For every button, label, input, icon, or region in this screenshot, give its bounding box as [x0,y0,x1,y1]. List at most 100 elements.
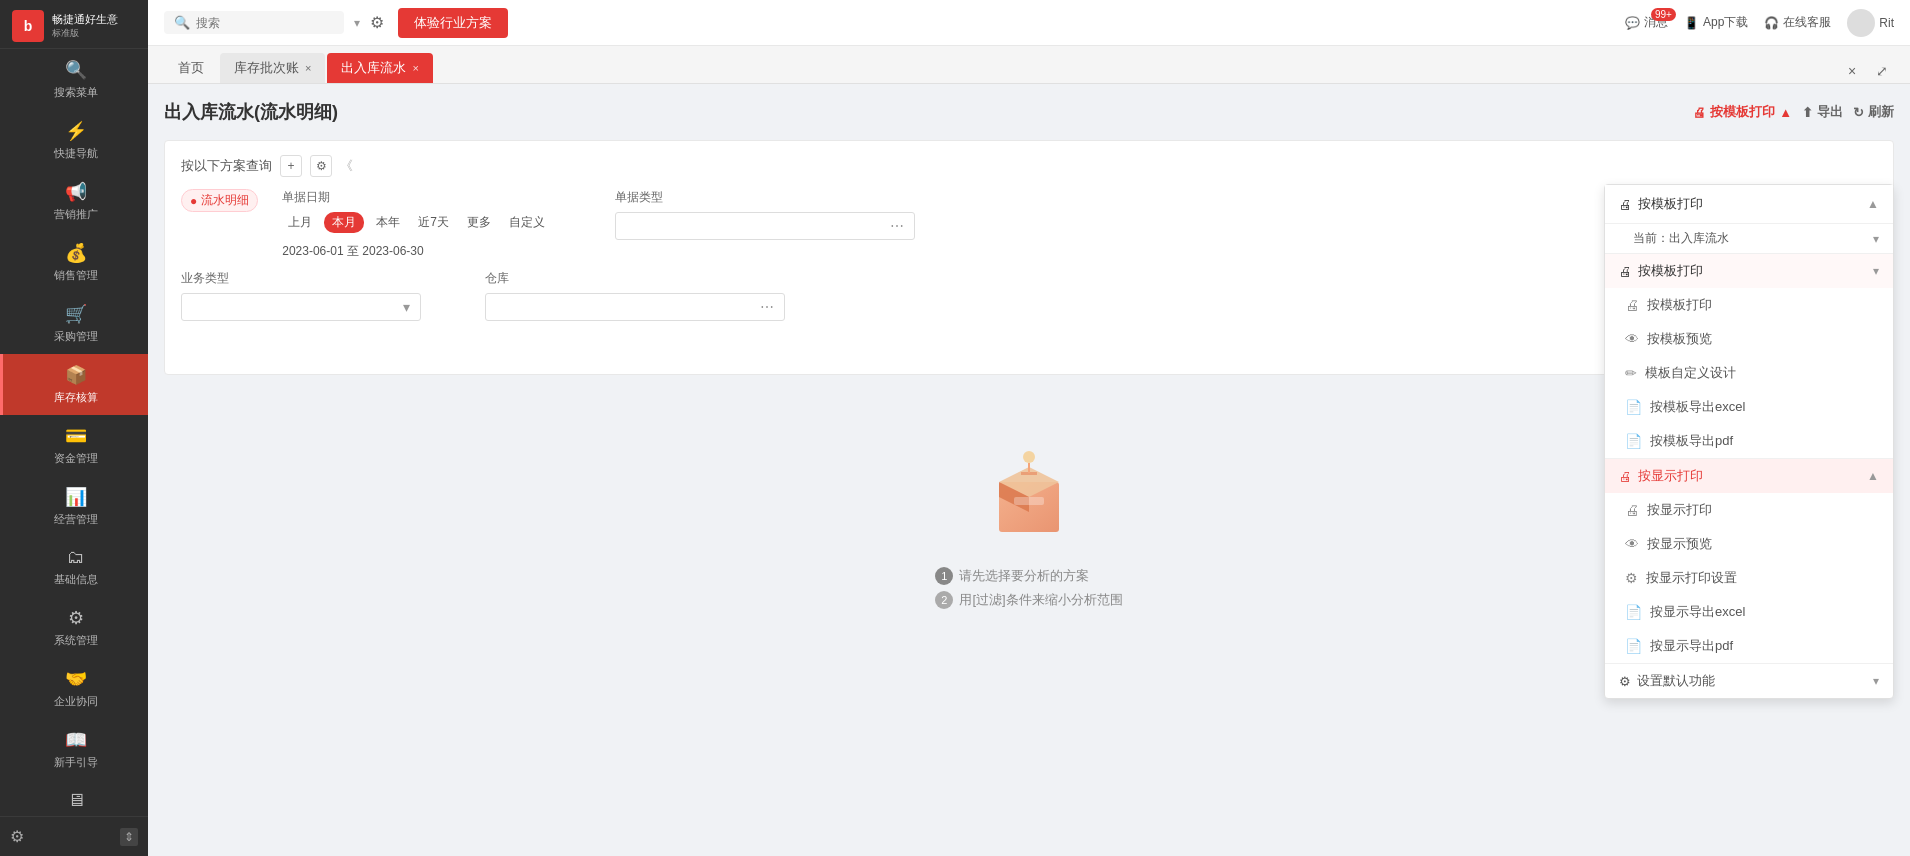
display-print-items: 🖨 按显示打印 👁 按显示预览 ⚙ 按显示打印设置 📄 按显示导出excel [1605,493,1893,663]
template-section-chevron: ▾ [1873,264,1879,278]
gear-icon: ⚙ [68,607,84,629]
template-design-label: 模板自定义设计 [1645,364,1736,382]
excel-icon: 📄 [1625,399,1642,415]
tag-label: 流水明细 [201,192,249,209]
user-avatar [1847,9,1875,37]
template-print-btn[interactable]: 🖨 按模板打印 [1605,288,1893,322]
tab-flow-close-icon[interactable]: × [412,62,418,74]
display-print-section-header[interactable]: 🖨 按显示打印 ▲ [1605,459,1893,493]
sidebar-item-inventory[interactable]: 📦 库存核算 [0,354,148,415]
tab-home[interactable]: 首页 [164,53,218,83]
sidebar-scroll-btn[interactable]: ⇕ [120,828,138,846]
display-print-text: 按显示打印 [1638,467,1703,485]
sidebar-label-operations: 经营管理 [54,512,98,527]
page-actions: 🖨 按模板打印 ▲ ⬆ 导出 ↻ 刷新 [1693,103,1894,121]
filter-collapse-icon[interactable]: 《 [340,157,353,175]
sidebar-item-cooperation[interactable]: 🤝 企业协同 [0,658,148,719]
empty-step-2: 2 用[过滤]条件来缩小分析范围 [935,591,1122,609]
logo-icon: b [12,10,44,42]
this-month-btn[interactable]: 本月 [324,212,364,233]
template-design-btn[interactable]: ✏ 模板自定义设计 [1605,356,1893,390]
template-export-pdf-label: 按模板导出pdf [1650,432,1733,450]
tab-batch[interactable]: 库存批次账 × [220,53,325,83]
app-download-label: App下载 [1703,14,1748,31]
print-icon: 🖨 [1625,297,1639,313]
sidebar-item-search[interactable]: 🔍 搜索菜单 [0,49,148,110]
chart-icon: 📊 [65,486,87,508]
last-7days-btn[interactable]: 近7天 [412,212,455,233]
svg-point-5 [1023,451,1035,463]
template-preview-btn[interactable]: 👁 按模板预览 [1605,322,1893,356]
sidebar-item-basic[interactable]: 🗂 基础信息 [0,537,148,597]
display-print-btn[interactable]: 🖨 按显示打印 [1605,493,1893,527]
print-template-button[interactable]: 🖨 按模板打印 ▲ [1693,103,1792,121]
handshake-icon: 🤝 [65,668,87,690]
maximize-window-button[interactable]: ⤢ [1870,59,1894,83]
pdf-icon: 📄 [1625,433,1642,449]
sidebar-item-marketing[interactable]: 📢 营销推广 [0,171,148,232]
sidebar-item-operations[interactable]: 📊 经营管理 [0,476,148,537]
tab-flow[interactable]: 出入库流水 × [327,53,432,83]
doc-type-select[interactable]: ⋯ [615,212,915,240]
search-dropdown-icon[interactable]: ▾ [354,16,360,30]
close-window-button[interactable]: × [1840,59,1864,83]
display-export-pdf-btn[interactable]: 📄 按显示导出pdf [1605,629,1893,663]
app-download-button[interactable]: 📱 App下载 [1684,14,1748,31]
settings-icon[interactable]: ⚙ [10,827,24,846]
add-filter-button[interactable]: + [280,155,302,177]
last-month-btn[interactable]: 上月 [282,212,318,233]
warehouse-select[interactable]: ⋯ [485,293,785,321]
more-date-btn[interactable]: 更多 [461,212,497,233]
tab-batch-label: 库存批次账 [234,59,299,77]
template-export-pdf-btn[interactable]: 📄 按模板导出pdf [1605,424,1893,458]
refresh-button[interactable]: ↻ 刷新 [1853,103,1894,121]
display-preview-icon: 👁 [1625,536,1639,552]
business-type-select[interactable]: ▾ [181,293,421,321]
message-icon: 💬 [1625,16,1640,30]
template-export-excel-btn[interactable]: 📄 按模板导出excel [1605,390,1893,424]
display-preview-btn[interactable]: 👁 按显示预览 [1605,527,1893,561]
message-button[interactable]: 💬 消息 99+ [1625,14,1668,31]
online-service-button[interactable]: 🎧 在线客服 [1764,14,1831,31]
sidebar-item-sales[interactable]: 💰 销售管理 [0,232,148,293]
industry-solution-button[interactable]: 体验行业方案 [398,8,508,38]
display-print-label: 🖨 按显示打印 [1619,467,1703,485]
tab-batch-close-icon[interactable]: × [305,62,311,74]
export-button[interactable]: ⬆ 导出 [1802,103,1843,121]
display-settings-icon: ⚙ [1625,570,1638,586]
date-range-display: 2023-06-01 至 2023-06-30 [282,243,551,260]
search-box[interactable]: 🔍 [164,11,344,34]
sidebar-item-system[interactable]: ⚙ 系统管理 [0,597,148,658]
user-profile[interactable]: Rit [1847,9,1894,37]
custom-date-btn[interactable]: 自定义 [503,212,551,233]
sidebar-item-finance[interactable]: 💳 资金管理 [0,415,148,476]
dropdown-current-item[interactable]: 当前：出入库流水 ▾ [1605,224,1893,254]
printer-icon-sm: 🖨 [1619,197,1632,212]
dropdown-header: 🖨 按模板打印 ▲ [1605,185,1893,224]
template-print-text: 按模板打印 [1638,262,1703,280]
display-export-excel-btn[interactable]: 📄 按显示导出excel [1605,595,1893,629]
sidebar-item-appcenter[interactable]: 🖥 应用中心 [0,780,148,816]
active-filter-tag: ● 流水明细 [181,189,258,212]
topbar-gear-icon[interactable]: ⚙ [370,13,384,32]
sidebar-item-quicknav[interactable]: ⚡ 快捷导航 [0,110,148,171]
template-print-label: 🖨 按模板打印 [1619,262,1703,280]
this-year-btn[interactable]: 本年 [370,212,406,233]
business-type-group: 业务类型 ▾ [181,270,421,321]
filter-settings-button[interactable]: ⚙ [310,155,332,177]
sidebar-item-guide[interactable]: 📖 新手引导 [0,719,148,780]
export-icon: ⬆ [1802,105,1813,120]
dropdown-collapse-icon[interactable]: ▲ [1867,197,1879,211]
display-print-settings-btn[interactable]: ⚙ 按显示打印设置 [1605,561,1893,595]
page-content: 出入库流水(流水明细) 🖨 按模板打印 ▲ ⬆ 导出 ↻ 刷新 [148,84,1910,856]
app-name: 畅捷通好生意 [52,12,118,27]
dropdown-footer[interactable]: ⚙ 设置默认功能 ▾ [1605,664,1893,698]
template-print-section-header[interactable]: 🖨 按模板打印 ▾ [1605,254,1893,288]
search-input[interactable] [196,16,316,30]
sidebar-item-purchase[interactable]: 🛒 采购管理 [0,293,148,354]
template-preview-label: 按模板预览 [1647,330,1712,348]
display-print-section: 🖨 按显示打印 ▲ 🖨 按显示打印 👁 按显示预览 ⚙ [1605,459,1893,664]
display-print-item-label: 按显示打印 [1647,501,1712,519]
date-filter-label: 单据日期 [282,189,551,206]
folder-icon: 🗂 [67,547,85,568]
